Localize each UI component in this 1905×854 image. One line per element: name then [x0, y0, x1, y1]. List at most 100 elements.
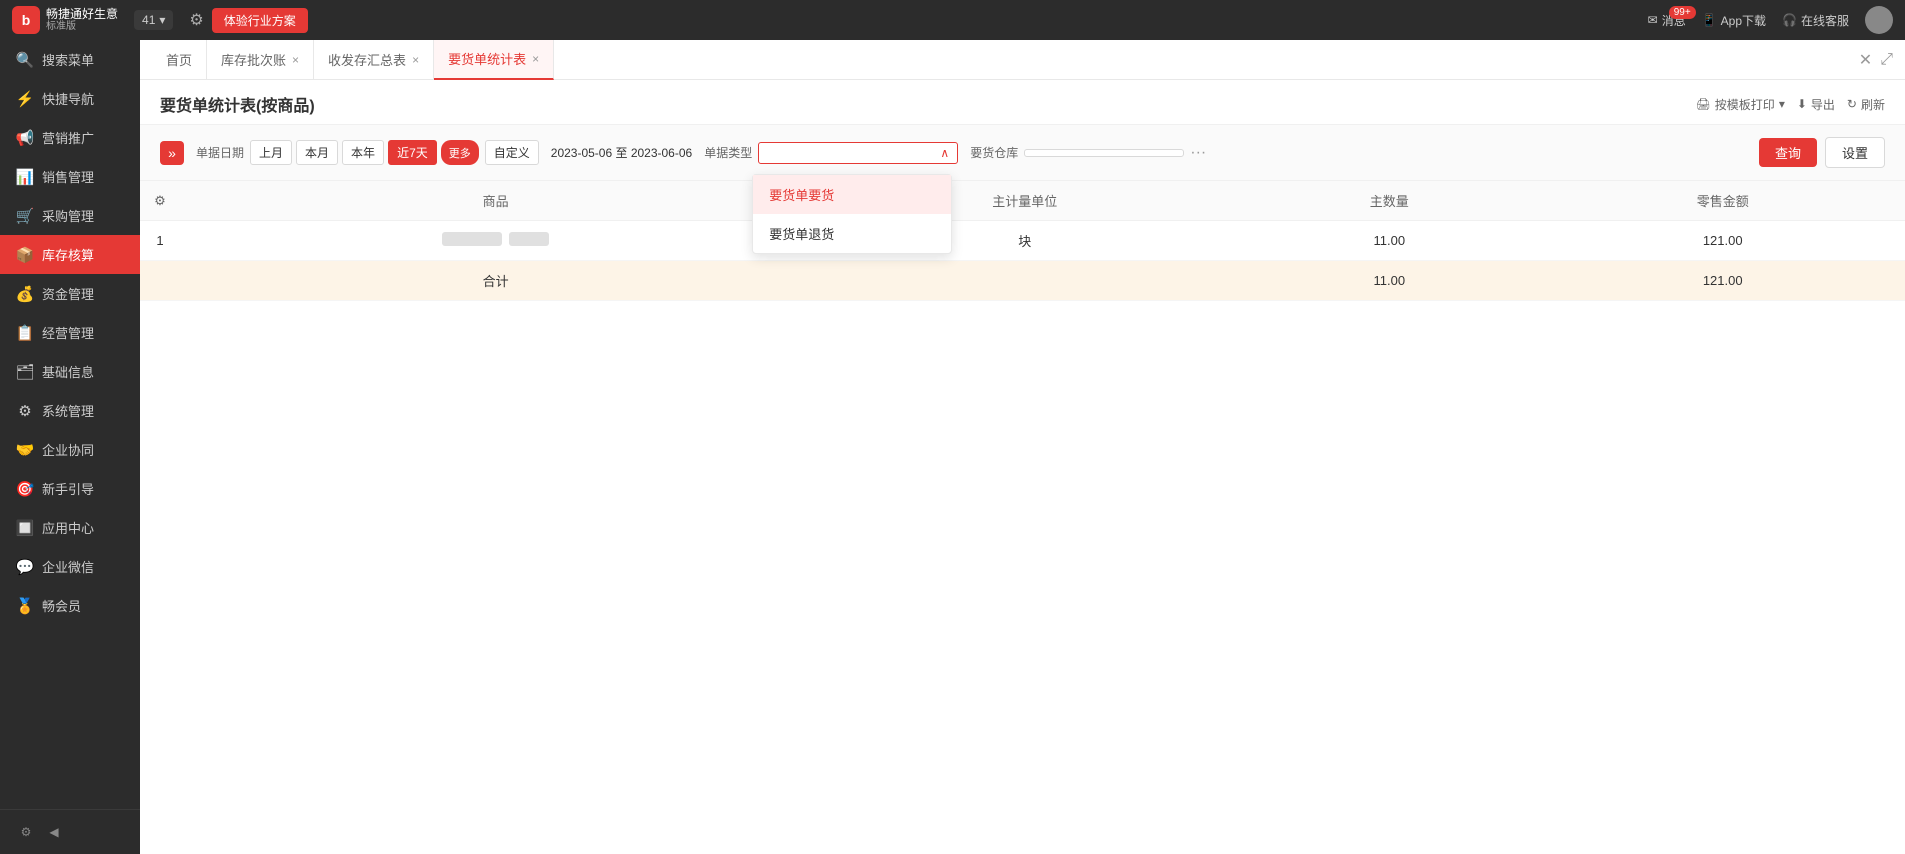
- sidebar-item-guide[interactable]: 🎯 新手引导: [0, 469, 140, 508]
- tab-close-order-stats[interactable]: ×: [532, 52, 539, 66]
- warehouse-more-btn[interactable]: ···: [1190, 144, 1206, 162]
- sidebar-icon-search: 🔍: [16, 51, 34, 69]
- store-name: 41: [142, 13, 155, 27]
- sidebar-item-marketing[interactable]: 📢 营销推广: [0, 118, 140, 157]
- logo-icon: b: [12, 6, 40, 34]
- sidebar-item-quick-nav[interactable]: ⚡ 快捷导航: [0, 79, 140, 118]
- sidebar-icon-purchase: 🛒: [16, 207, 34, 225]
- sidebar-label-appstore: 应用中心: [42, 518, 94, 537]
- last-month-btn[interactable]: 上月: [250, 140, 292, 165]
- export-btn[interactable]: ⬇ 导出: [1797, 96, 1835, 113]
- refresh-label: 刷新: [1861, 96, 1885, 113]
- sidebar-icon-member: 🏅: [16, 597, 34, 615]
- close-tab-btn[interactable]: ✕: [1859, 50, 1872, 70]
- tab-order-stats[interactable]: 要货单统计表×: [434, 40, 554, 80]
- settings-gear-icon[interactable]: ⚙: [189, 10, 203, 30]
- sidebar-label-marketing: 营销推广: [42, 128, 94, 147]
- table-header-row: ⚙ 商品 主计量单位 主数量 零售金额: [140, 181, 1905, 221]
- sidebar-label-inventory: 库存核算: [42, 245, 94, 264]
- sidebar-item-appstore[interactable]: 🔲 应用中心: [0, 508, 140, 547]
- tab-close-inventory-batch[interactable]: ×: [292, 53, 299, 67]
- app-download-button[interactable]: 📱 App下载: [1702, 12, 1766, 29]
- query-button[interactable]: 查询: [1759, 138, 1817, 167]
- logo: b 畅捷通好生意 标准版: [12, 6, 118, 34]
- sidebar-item-operations[interactable]: 📋 经营管理: [0, 313, 140, 352]
- this-year-btn[interactable]: 本年: [342, 140, 384, 165]
- sidebar-label-member: 畅会员: [42, 596, 81, 615]
- custom-date-btn[interactable]: 自定义: [485, 140, 539, 165]
- app-download-label: App下载: [1721, 12, 1766, 29]
- sidebar-icon-marketing: 📢: [16, 129, 34, 147]
- dropdown-item-order-goods[interactable]: 要货单要货: [753, 175, 951, 214]
- content-area: 首页库存批次账×收发存汇总表×要货单统计表× ✕ ⤢ 要货单统计表(按商品) 🖨…: [140, 40, 1905, 854]
- logo-text: 畅捷通好生意 标准版: [46, 7, 118, 33]
- page-title: 要货单统计表(按商品): [160, 92, 315, 116]
- sidebar-icon-basic: 🗂: [16, 363, 34, 381]
- print-template-btn[interactable]: 🖨 按模板打印 ▾: [1696, 96, 1785, 113]
- print-chevron-down-icon: ▾: [1779, 97, 1785, 111]
- sidebar-item-inventory[interactable]: 📦 库存核算: [0, 235, 140, 274]
- sidebar-item-search[interactable]: 🔍 搜索菜单: [0, 40, 140, 79]
- table-container: ⚙ 商品 主计量单位 主数量 零售金额 1 块 11.00 121.00: [140, 181, 1905, 301]
- filter-expand-btn[interactable]: »: [160, 141, 184, 165]
- sidebar-item-basic[interactable]: 🗂 基础信息: [0, 352, 140, 391]
- table-row: 1 块 11.00 121.00: [140, 221, 1905, 261]
- sidebar-icon-sales: 📊: [16, 168, 34, 186]
- sidebar-collapse-icon[interactable]: ◀: [44, 822, 64, 842]
- messages-button[interactable]: ✉ 消息 99+: [1648, 12, 1686, 29]
- sidebar-item-sales[interactable]: 📊 销售管理: [0, 157, 140, 196]
- page-actions: 🖨 按模板打印 ▾ ⬇ 导出 ↻ 刷新: [1696, 96, 1885, 113]
- online-service-label: 在线客服: [1801, 12, 1849, 29]
- tab-home[interactable]: 首页: [152, 40, 207, 80]
- sidebar-item-enterprise[interactable]: 🤝 企业协同: [0, 430, 140, 469]
- online-service-button[interactable]: 🎧 在线客服: [1782, 12, 1849, 29]
- sidebar-label-finance: 资金管理: [42, 284, 94, 303]
- summary-amount: 121.00: [1540, 261, 1905, 301]
- row-index: 1: [140, 221, 180, 261]
- sidebar-item-finance[interactable]: 💰 资金管理: [0, 274, 140, 313]
- warehouse-filter-input[interactable]: [1024, 149, 1184, 157]
- avatar[interactable]: [1865, 6, 1893, 34]
- more-dates-btn[interactable]: 更多: [441, 140, 479, 165]
- th-quantity: 主数量: [1238, 181, 1540, 221]
- sidebar-icon-operations: 📋: [16, 324, 34, 342]
- date-buttons: 上月 本月 本年 近7天 更多: [250, 140, 479, 165]
- type-dropdown-arrow: ∧: [940, 146, 949, 160]
- sidebar-label-sales: 销售管理: [42, 167, 94, 186]
- dropdown-item-order-return[interactable]: 要货单退货: [753, 214, 951, 253]
- type-filter-input[interactable]: ∧: [758, 142, 958, 164]
- phone-icon: 📱: [1702, 13, 1717, 27]
- sidebar-icon-inventory: 📦: [16, 246, 34, 264]
- top-bar: b 畅捷通好生意 标准版 41 ▾ ⚙ 体验行业方案 ✉ 消息 99+ 📱 Ap…: [0, 0, 1905, 40]
- refresh-btn[interactable]: ↻ 刷新: [1847, 96, 1885, 113]
- th-amount: 零售金额: [1540, 181, 1905, 221]
- refresh-icon: ↻: [1847, 97, 1857, 111]
- sidebar-icon-quick-nav: ⚡: [16, 90, 34, 108]
- sidebar-item-member[interactable]: 🏅 畅会员: [0, 586, 140, 625]
- date-filter-group: 单据日期 上月 本月 本年 近7天 更多 自定义: [196, 140, 539, 165]
- row-product: [180, 221, 811, 261]
- summary-quantity: 11.00: [1238, 261, 1540, 301]
- date-range-display: 2023-05-06 至 2023-06-06: [551, 144, 692, 161]
- sidebar-settings-icon[interactable]: ⚙: [16, 822, 36, 842]
- tab-close-receipts-summary[interactable]: ×: [412, 53, 419, 67]
- expand-tab-btn[interactable]: ⤢: [1880, 51, 1893, 69]
- sidebar-item-purchase[interactable]: 🛒 采购管理: [0, 196, 140, 235]
- sidebar-label-purchase: 采购管理: [42, 206, 94, 225]
- sidebar-item-system[interactable]: ⚙ 系统管理: [0, 391, 140, 430]
- settings-button[interactable]: 设置: [1825, 137, 1885, 168]
- print-icon: 🖨: [1696, 97, 1711, 111]
- trial-button[interactable]: 体验行业方案: [212, 8, 308, 33]
- th-product: 商品: [180, 181, 811, 221]
- sidebar-label-operations: 经营管理: [42, 323, 94, 342]
- sidebar-item-wechat[interactable]: 💬 企业微信: [0, 547, 140, 586]
- tab-receipts-summary[interactable]: 收发存汇总表×: [314, 40, 434, 80]
- sidebar-icon-wechat: 💬: [16, 558, 34, 576]
- tab-label-inventory-batch: 库存批次账: [221, 50, 286, 69]
- this-month-btn[interactable]: 本月: [296, 140, 338, 165]
- store-selector[interactable]: 41 ▾: [134, 10, 173, 30]
- summary-row: 合计 11.00 121.00: [140, 261, 1905, 301]
- tab-inventory-batch[interactable]: 库存批次账 ×: [207, 40, 314, 80]
- th-settings[interactable]: ⚙: [140, 181, 180, 221]
- last-7days-btn[interactable]: 近7天: [388, 140, 437, 165]
